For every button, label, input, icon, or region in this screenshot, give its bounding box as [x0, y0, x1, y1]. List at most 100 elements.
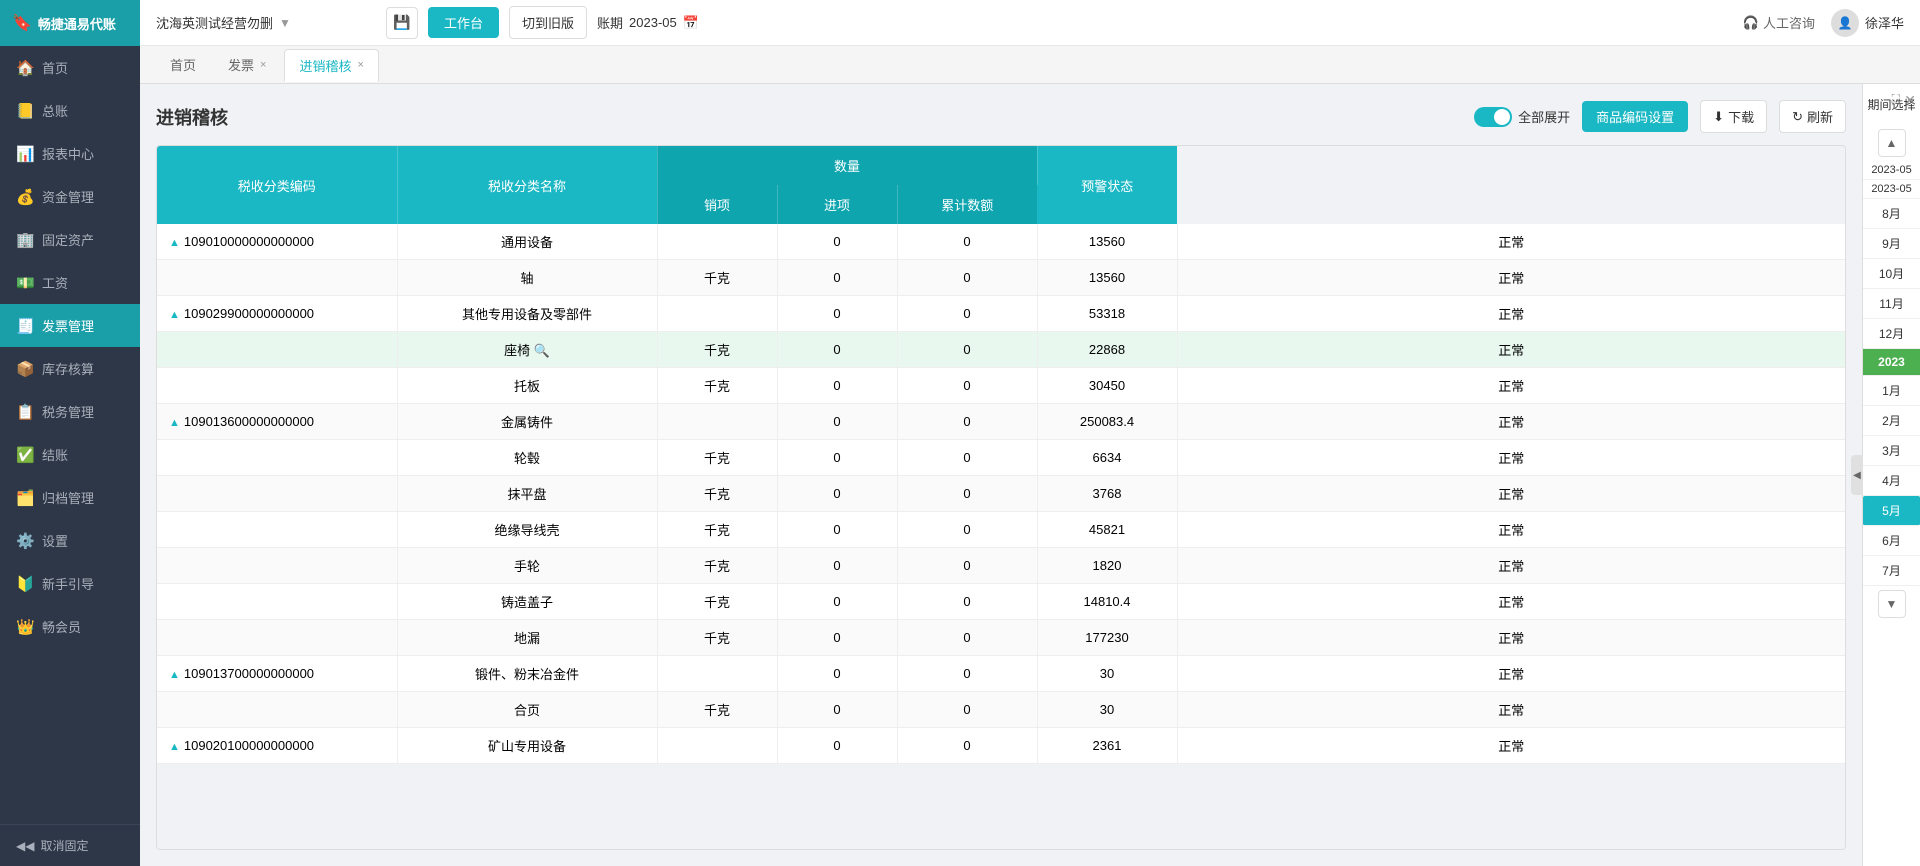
expand-panel-button[interactable]: ⛶	[1892, 92, 1900, 107]
th-sales: 销项	[657, 185, 777, 224]
cell-sales: 0	[777, 656, 897, 692]
cell-purchase: 0	[897, 296, 1037, 332]
save-button[interactable]: 💾	[386, 7, 418, 39]
month-item-5月[interactable]: 5月	[1863, 496, 1920, 526]
page-main: 进销稽核 全部展开 商品编码设置 ⬇ 下载 ↻ 刷	[140, 84, 1862, 866]
expand-toggle[interactable]: 全部展开	[1474, 107, 1570, 127]
sidebar-item-报表中心[interactable]: 📊报表中心	[0, 132, 140, 175]
sidebar-item-结账[interactable]: ✅结账	[0, 433, 140, 476]
month-item-1月[interactable]: 1月	[1863, 376, 1920, 406]
cell-name: 轴	[397, 260, 657, 296]
cell-name: 合页	[397, 692, 657, 728]
table-row: 手轮 千克 0 0 1820 正常	[157, 548, 1845, 584]
company-selector[interactable]: 沈海英测试经营勿删 ▼	[156, 13, 376, 32]
sidebar-icon-8: 📋	[16, 403, 34, 421]
sidebar-item-畅会员[interactable]: 👑畅会员	[0, 605, 140, 648]
cancel-fixed-label: 取消固定	[40, 837, 88, 854]
sidebar-item-资金管理[interactable]: 💰资金管理	[0, 175, 140, 218]
period-header-2[interactable]: 2023-05	[1863, 180, 1920, 199]
month-item-10月[interactable]: 10月	[1863, 259, 1920, 289]
cell-name: 铸造盖子	[397, 584, 657, 620]
switch-track[interactable]	[1474, 107, 1512, 127]
cell-sales: 0	[777, 260, 897, 296]
tab-进销稽核[interactable]: 进销稽核×	[284, 49, 378, 82]
month-item-8月[interactable]: 8月	[1863, 199, 1920, 229]
cell-warning: 正常	[1177, 296, 1845, 332]
refresh-button[interactable]: ↻ 刷新	[1779, 100, 1846, 133]
month-item-12月[interactable]: 12月	[1863, 319, 1920, 349]
cell-warning: 正常	[1177, 584, 1845, 620]
table-row: ▲109013700000000000 锻件、粉末冶金件 0 0 30 正常	[157, 656, 1845, 692]
month-item-7月[interactable]: 7月	[1863, 556, 1920, 586]
search-icon[interactable]: 🔍	[534, 343, 550, 358]
toggle-label: 全部展开	[1518, 107, 1570, 126]
month-item-3月[interactable]: 3月	[1863, 436, 1920, 466]
cell-name: 轮毂	[397, 440, 657, 476]
month-item-6月[interactable]: 6月	[1863, 526, 1920, 556]
table-row: ▲109010000000000000 通用设备 0 0 13560 正常	[157, 224, 1845, 260]
sidebar-label-13: 畅会员	[42, 617, 81, 636]
cell-total: 30450	[1037, 368, 1177, 404]
sidebar-item-税务管理[interactable]: 📋税务管理	[0, 390, 140, 433]
company-name: 沈海英测试经营勿删	[156, 13, 273, 32]
month-item-2月[interactable]: 2月	[1863, 406, 1920, 436]
download-label: 下载	[1728, 107, 1754, 126]
cell-code	[157, 584, 397, 620]
cell-name: 托板	[397, 368, 657, 404]
cell-purchase: 0	[897, 476, 1037, 512]
download-button[interactable]: ⬇ 下载	[1700, 100, 1767, 133]
cell-name: 金属铸件	[397, 404, 657, 440]
cell-total: 14810.4	[1037, 584, 1177, 620]
tab-close-2[interactable]: ×	[357, 59, 363, 71]
tab-首页[interactable]: 首页	[156, 49, 210, 80]
panel-down-button[interactable]: ▼	[1878, 590, 1906, 618]
sidebar-item-归档管理[interactable]: 🗂️归档管理	[0, 476, 140, 519]
save-icon: 💾	[393, 14, 410, 31]
table-row: 座椅 🔍 千克 0 0 22868 正常	[157, 332, 1845, 368]
cell-code	[157, 548, 397, 584]
cell-code	[157, 512, 397, 548]
cell-purchase: 0	[897, 260, 1037, 296]
calendar-icon[interactable]: 📅	[683, 15, 699, 31]
month-item-9月[interactable]: 9月	[1863, 229, 1920, 259]
cell-warning: 正常	[1177, 260, 1845, 296]
tab-close-1[interactable]: ×	[260, 59, 266, 71]
sidebar-icon-1: 📒	[16, 102, 34, 120]
sidebar-item-新手引导[interactable]: 🔰新手引导	[0, 562, 140, 605]
page-actions: 全部展开 商品编码设置 ⬇ 下载 ↻ 刷新	[1474, 100, 1846, 133]
tab-发票[interactable]: 发票×	[214, 49, 280, 80]
product-code-button[interactable]: 商品编码设置	[1582, 101, 1688, 132]
th-warning: 预警状态	[1037, 146, 1177, 224]
cell-total: 13560	[1037, 224, 1177, 260]
month-item-11月[interactable]: 11月	[1863, 289, 1920, 319]
cell-purchase: 0	[897, 512, 1037, 548]
month-item-4月[interactable]: 4月	[1863, 466, 1920, 496]
sidebar-icon-6: 🧾	[16, 317, 34, 335]
sidebar-item-首页[interactable]: 🏠首页	[0, 46, 140, 89]
sidebar-item-设置[interactable]: ⚙️设置	[0, 519, 140, 562]
th-purchase: 进项	[777, 185, 897, 224]
panel-collapse-button[interactable]: ◀	[1851, 455, 1863, 495]
cell-sales: 0	[777, 440, 897, 476]
workbench-button[interactable]: 工作台	[428, 7, 499, 38]
panel-up-button[interactable]: ▲	[1878, 129, 1906, 157]
app-name: 畅捷通易代账	[38, 14, 116, 33]
sidebar-cancel-fixed[interactable]: ◀◀ 取消固定	[0, 824, 140, 866]
sidebar-item-工资[interactable]: 💵工资	[0, 261, 140, 304]
user-menu[interactable]: 👤 徐泽华	[1831, 9, 1904, 37]
close-panel-button[interactable]: ✕	[1904, 92, 1916, 109]
period-header-1[interactable]: 2023-05	[1863, 161, 1920, 180]
service-button[interactable]: 🎧 人工咨询	[1743, 13, 1815, 32]
switch-version-button[interactable]: 切到旧版	[509, 6, 587, 39]
sidebar-item-库存核算[interactable]: 📦库存核算	[0, 347, 140, 390]
cell-total: 22868	[1037, 332, 1177, 368]
sidebar-icon-7: 📦	[16, 360, 34, 378]
sidebar-item-总账[interactable]: 📒总账	[0, 89, 140, 132]
month-item-2023[interactable]: 2023	[1863, 349, 1920, 376]
sidebar-item-发票管理[interactable]: 🧾发票管理	[0, 304, 140, 347]
cell-unit: 千克	[657, 260, 777, 296]
cell-code: ▲109010000000000000	[157, 224, 397, 260]
sidebar-item-固定资产[interactable]: 🏢固定资产	[0, 218, 140, 261]
cell-purchase: 0	[897, 584, 1037, 620]
refresh-icon: ↻	[1792, 109, 1803, 125]
